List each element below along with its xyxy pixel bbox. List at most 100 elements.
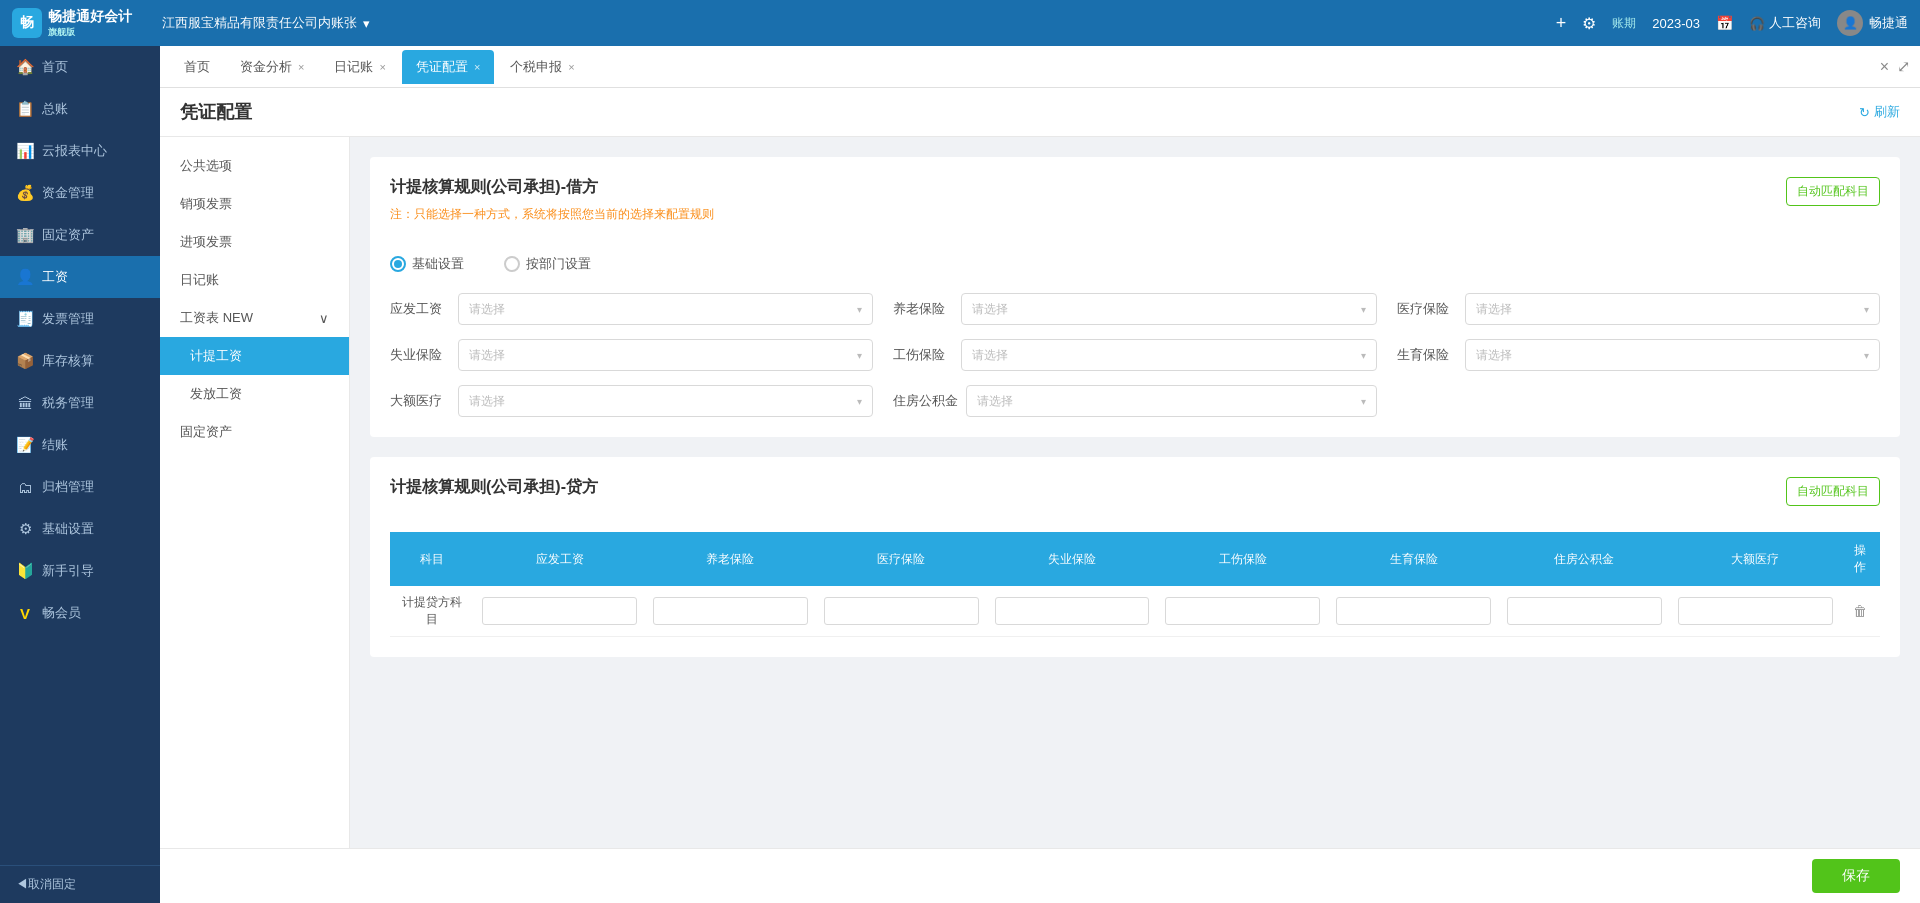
sidebar-item-ledger[interactable]: 📋 总账: [0, 88, 160, 130]
sidebar-item-guide[interactable]: 🔰 新手引导: [0, 550, 160, 592]
company-selector[interactable]: 江西服宝精品有限责任公司内账张 ▾: [162, 14, 370, 32]
debit-section-header: 计提核算规则(公司承担)-借方 注：只能选择一种方式，系统将按照您当前的选择来配…: [390, 177, 1880, 239]
tab-tax[interactable]: 个税申报 ×: [496, 50, 588, 84]
row-sybx: [987, 586, 1158, 637]
input-gsbx[interactable]: [1165, 597, 1320, 625]
headset-icon: 🎧: [1749, 16, 1765, 31]
sybx-select[interactable]: 请选择 ▾: [458, 339, 873, 371]
refresh-button[interactable]: ↻ 刷新: [1859, 103, 1900, 121]
tab-home[interactable]: 首页: [170, 50, 224, 84]
sidebar-item-home[interactable]: 🏠 首页: [0, 46, 160, 88]
sidebar-label-settle: 结账: [42, 436, 68, 454]
sidebar-item-archive[interactable]: 🗂 归档管理: [0, 466, 160, 508]
input-ylbx2[interactable]: [824, 597, 979, 625]
expand-window-button[interactable]: ⤢: [1897, 57, 1910, 76]
tab-fund-label: 资金分析: [240, 58, 292, 76]
cancel-fixed-button[interactable]: ◀取消固定: [0, 865, 160, 903]
save-button[interactable]: 保存: [1812, 859, 1900, 893]
sidebar-label-guide: 新手引导: [42, 562, 94, 580]
user-name: 畅捷通: [1869, 14, 1908, 32]
left-nav-journal[interactable]: 日记账: [160, 261, 349, 299]
user-area[interactable]: 👤 畅捷通: [1837, 10, 1908, 36]
deyl-arrow: ▾: [857, 396, 862, 407]
row-sybx2: [1328, 586, 1499, 637]
sybx-placeholder: 请选择: [469, 347, 505, 364]
sidebar-item-funds[interactable]: 💰 资金管理: [0, 172, 160, 214]
tab-tax-close[interactable]: ×: [568, 61, 574, 73]
radio-dept[interactable]: 按部门设置: [504, 255, 591, 273]
sidebar-label-archive: 归档管理: [42, 478, 94, 496]
table-row: 计提贷方科目 🗑: [390, 586, 1880, 637]
debit-section: 计提核算规则(公司承担)-借方 注：只能选择一种方式，系统将按照您当前的选择来配…: [370, 157, 1900, 437]
sybx-arrow: ▾: [857, 350, 862, 361]
sybx2-select[interactable]: 请选择 ▾: [1465, 339, 1880, 371]
sidebar-label-assets: 固定资产: [42, 226, 94, 244]
vip-icon: V: [16, 605, 34, 622]
left-nav-sales-invoice[interactable]: 销项发票: [160, 185, 349, 223]
radio-basic[interactable]: 基础设置: [390, 255, 464, 273]
col-action: 操作: [1841, 532, 1880, 586]
sidebar-item-vip[interactable]: V 畅会员: [0, 592, 160, 634]
page-content: 凭证配置 ↻ 刷新 公共选项 销项发票 进项发票 日记账 工资表 NEW ∨: [160, 88, 1920, 903]
ylbx-label: 养老保险: [893, 300, 953, 318]
input-ylbx[interactable]: [653, 597, 808, 625]
sidebar-item-settle[interactable]: 📝 结账: [0, 424, 160, 466]
form-item-gsbx: 工伤保险 请选择 ▾: [893, 339, 1376, 371]
form-item-ylbx2: 医疗保险 请选择 ▾: [1397, 293, 1880, 325]
service-button[interactable]: 🎧 人工咨询: [1749, 14, 1821, 32]
sidebar-item-reports[interactable]: 📊 云报表中心: [0, 130, 160, 172]
credit-section: 计提核算规则(公司承担)-贷方 自动匹配科目 科目 应发工资 养老保险 医疗保险: [370, 457, 1900, 657]
left-nav-fixed-assets[interactable]: 固定资产: [160, 413, 349, 451]
tab-bar: 首页 资金分析 × 日记账 × 凭证配置 × 个税申报 × × ⤢: [160, 46, 1920, 88]
close-window-button[interactable]: ×: [1880, 58, 1889, 76]
ylbx2-select[interactable]: 请选择 ▾: [1465, 293, 1880, 325]
save-section: 保存: [160, 848, 1920, 903]
salary-table-label: 工资表 NEW: [180, 309, 253, 327]
sidebar-item-tax[interactable]: 🏛 税务管理: [0, 382, 160, 424]
deyl-placeholder: 请选择: [469, 393, 505, 410]
tab-voucher-close[interactable]: ×: [474, 61, 480, 73]
credit-auto-match-button[interactable]: 自动匹配科目: [1786, 477, 1880, 506]
left-nav-pay-salary[interactable]: 发放工资: [160, 375, 349, 413]
tab-fund[interactable]: 资金分析 ×: [226, 50, 318, 84]
ylbx-select[interactable]: 请选择 ▾: [961, 293, 1376, 325]
sidebar-item-salary[interactable]: 👤 工资: [0, 256, 160, 298]
sidebar-item-invoice[interactable]: 🧾 发票管理: [0, 298, 160, 340]
funds-icon: 💰: [16, 184, 34, 202]
left-nav-calc-salary[interactable]: 计提工资: [160, 337, 349, 375]
add-button[interactable]: +: [1556, 13, 1567, 34]
debit-auto-match-button[interactable]: 自动匹配科目: [1786, 177, 1880, 206]
tab-journal-close[interactable]: ×: [379, 61, 385, 73]
radio-dept-circle: [504, 256, 520, 272]
left-nav-salary-table-group[interactable]: 工资表 NEW ∨: [160, 299, 349, 337]
input-sybx[interactable]: [995, 597, 1150, 625]
two-panel: 公共选项 销项发票 进项发票 日记账 工资表 NEW ∨ 计提工资 发放工资 固…: [160, 137, 1920, 848]
tab-voucher[interactable]: 凭证配置 ×: [402, 50, 494, 84]
sidebar-item-inventory[interactable]: 📦 库存核算: [0, 340, 160, 382]
tab-journal[interactable]: 日记账 ×: [320, 50, 399, 84]
input-sybx2[interactable]: [1336, 597, 1491, 625]
tab-fund-close[interactable]: ×: [298, 61, 304, 73]
left-nav-public[interactable]: 公共选项: [160, 147, 349, 185]
input-deyl[interactable]: [1678, 597, 1833, 625]
deyl-select[interactable]: 请选择 ▾: [458, 385, 873, 417]
calendar-icon[interactable]: 📅: [1716, 15, 1733, 31]
sidebar-item-assets[interactable]: 🏢 固定资产: [0, 214, 160, 256]
input-yfgz[interactable]: [482, 597, 637, 625]
zfgjj-select[interactable]: 请选择 ▾: [966, 385, 1376, 417]
sidebar-item-settings[interactable]: ⚙ 基础设置: [0, 508, 160, 550]
ylbx-arrow: ▾: [1361, 304, 1366, 315]
ylbx2-arrow: ▾: [1864, 304, 1869, 315]
left-nav-purchase-invoice[interactable]: 进项发票: [160, 223, 349, 261]
col-subject: 科目: [390, 532, 474, 586]
input-zfgjj[interactable]: [1507, 597, 1662, 625]
tab-journal-label: 日记账: [334, 58, 373, 76]
inventory-icon: 📦: [16, 352, 34, 370]
sidebar-label-tax: 税务管理: [42, 394, 94, 412]
yfgz-select[interactable]: 请选择 ▾: [458, 293, 873, 325]
settings-icon[interactable]: ⚙: [1582, 14, 1596, 33]
gsbx-select[interactable]: 请选择 ▾: [961, 339, 1376, 371]
row-zfgjj: [1499, 586, 1670, 637]
col-deyl: 大额医疗: [1670, 532, 1841, 586]
delete-row-button[interactable]: 🗑: [1853, 603, 1867, 619]
